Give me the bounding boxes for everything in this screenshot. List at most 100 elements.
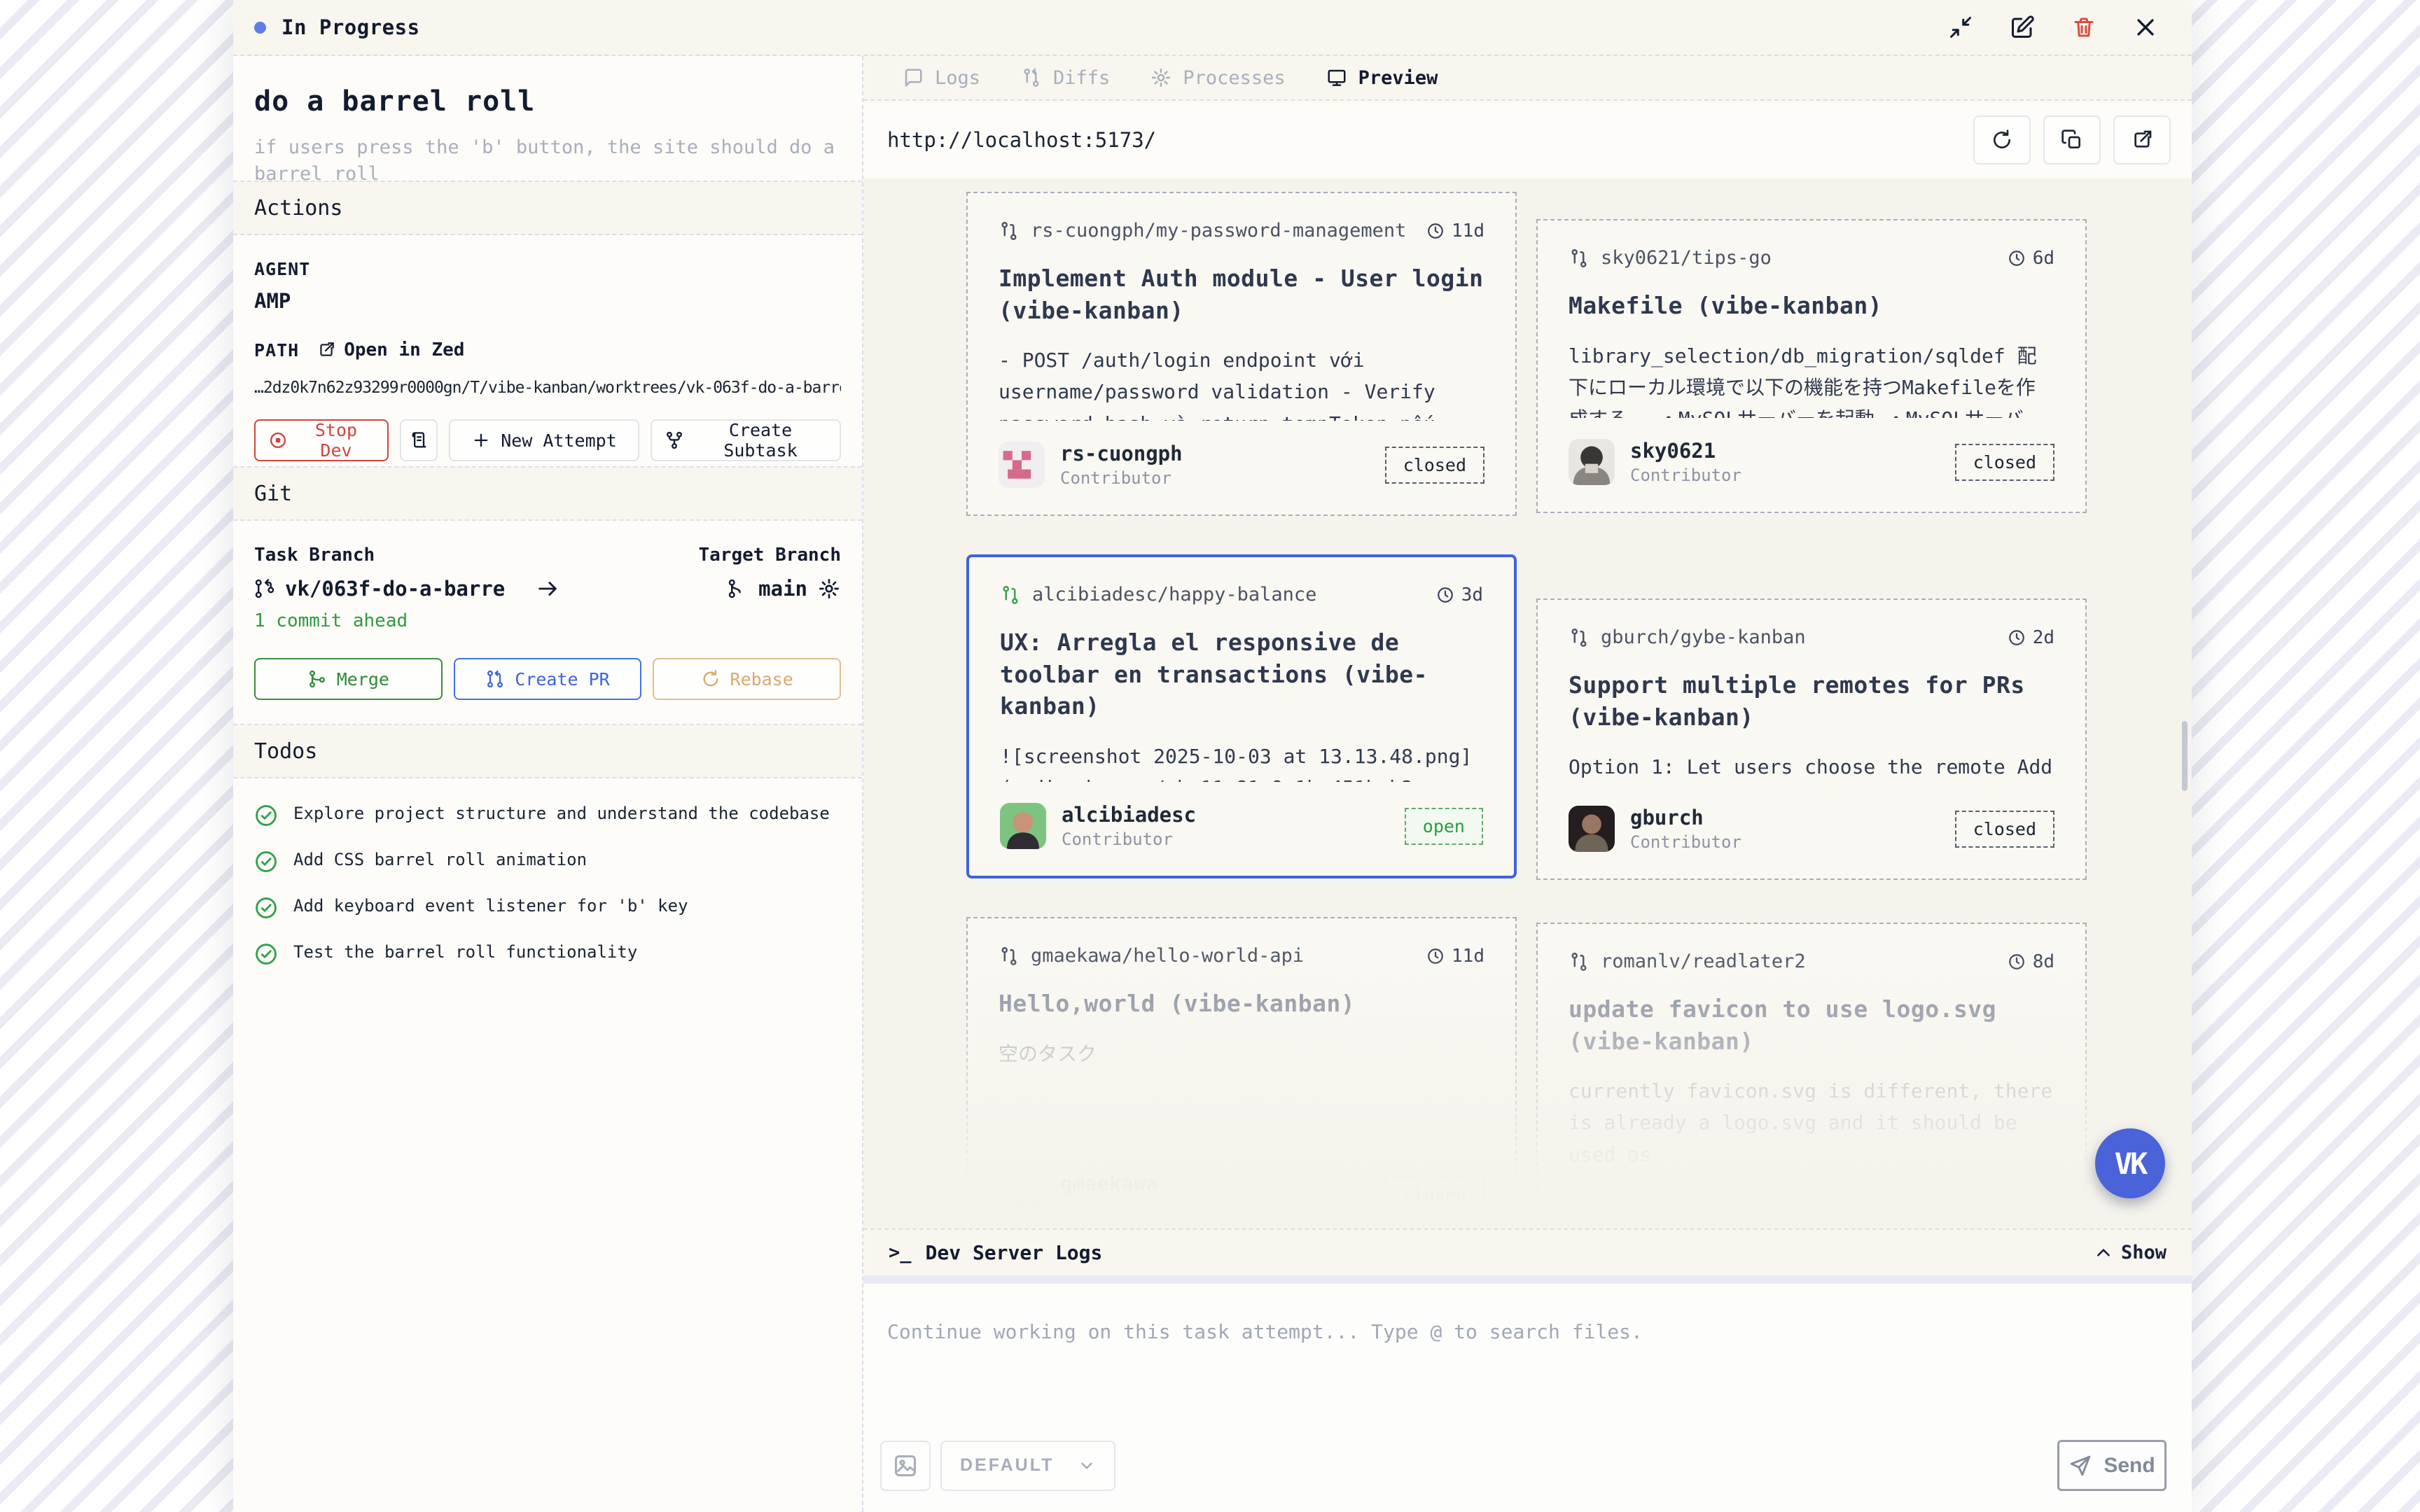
edit-icon	[2010, 15, 2035, 40]
attempt-main-panel: Logs Diffs Processes Preview http://loca…	[863, 56, 2192, 1512]
card-repo: gmaekawa/hello-world-api	[1031, 945, 1305, 967]
task-card-selected[interactable]: alcibiadesc/happy-balance 3d UX: Arregla…	[966, 554, 1517, 878]
pull-request-icon	[1569, 951, 1590, 972]
target-branch-label: Target Branch	[698, 545, 842, 566]
avatar	[999, 442, 1045, 488]
open-external-button[interactable]	[2113, 115, 2171, 164]
status-dot-icon	[254, 21, 266, 34]
clock-icon	[2008, 249, 2026, 267]
create-subtask-button[interactable]: Create Subtask	[651, 419, 841, 461]
merge-button[interactable]: Merge	[254, 658, 443, 700]
tab-diffs[interactable]: Diffs	[1021, 67, 1110, 89]
card-repo: gburch/gybe-kanban	[1601, 626, 1806, 648]
task-description: if users press the 'b' button, the site …	[254, 136, 835, 185]
commit-status: 1 commit ahead	[254, 610, 408, 631]
branch-settings-button[interactable]	[817, 577, 841, 601]
task-title: do a barrel roll	[254, 85, 536, 118]
monitor-icon	[1326, 67, 1347, 88]
vibe-kanban-fab[interactable]: VK	[2095, 1128, 2165, 1198]
task-card[interactable]: rs-cuongph/my-password-management 11d Im…	[966, 192, 1517, 516]
attach-image-button[interactable]	[880, 1440, 931, 1491]
refresh-icon	[1991, 129, 2013, 151]
task-branch-value: vk/063f-do-a-barre	[285, 577, 506, 601]
rebase-button[interactable]: Rebase	[653, 658, 842, 700]
dev-logs-button[interactable]	[400, 419, 438, 461]
tab-processes[interactable]: Processes	[1150, 67, 1286, 89]
external-link-icon	[2131, 129, 2153, 151]
close-button[interactable]	[2132, 13, 2160, 41]
task-card[interactable]: sky0621/tips-go 6d Makefile (vibe-kanban…	[1536, 219, 2087, 513]
card-age: 2d	[2032, 626, 2054, 648]
agent-label: AGENT	[254, 259, 311, 279]
card-repo: rs-cuongph/my-password-management	[1031, 220, 1407, 241]
section-header-git: Git	[233, 466, 862, 521]
card-age: 11d	[1452, 945, 1484, 967]
clock-icon	[2008, 953, 2026, 971]
stop-icon	[268, 430, 288, 450]
card-role: Contributor	[1630, 832, 1741, 852]
actions-section: AGENT AMP PATH Open in Zed …2dz0k7n62z93…	[233, 235, 862, 466]
terminal-icon: >_	[889, 1242, 912, 1264]
card-title: UX: Arregla el responsive de toolbar en …	[1000, 629, 1428, 720]
followup-input[interactable]	[863, 1284, 2192, 1403]
check-circle-icon	[254, 850, 278, 874]
arrow-right-icon	[536, 577, 559, 601]
chat-icon	[903, 67, 924, 88]
card-username: gmaekawa	[1060, 1172, 1158, 1196]
send-button[interactable]: Send	[2057, 1440, 2167, 1491]
card-username: alcibiadesc	[1062, 803, 1197, 827]
card-role: Contributor	[1062, 830, 1173, 849]
collapse-button[interactable]	[1947, 13, 1975, 41]
status-badge: open	[1404, 807, 1483, 845]
card-age: 3d	[1461, 584, 1483, 606]
attempt-tabs: Logs Diffs Processes Preview	[863, 56, 2192, 101]
todo-item: Explore project structure and understand…	[254, 804, 841, 827]
url-input[interactable]: http://localhost:5173/	[887, 128, 1973, 152]
status-badge: closed	[1954, 810, 2054, 848]
trash-icon	[2071, 15, 2096, 40]
tab-preview[interactable]: Preview	[1326, 67, 1438, 89]
status-badge: closed	[1384, 1176, 1484, 1214]
card-username: rs-cuongph	[1060, 442, 1183, 465]
show-logs-toggle[interactable]: Show	[2094, 1242, 2167, 1264]
external-link-icon	[317, 341, 335, 359]
copy-url-button[interactable]	[2043, 115, 2101, 164]
card-title: Makefile (vibe-kanban)	[1569, 292, 1883, 319]
check-circle-icon	[254, 942, 278, 966]
avatar	[1569, 806, 1615, 852]
tab-logs[interactable]: Logs	[903, 67, 980, 89]
worktree-path: …2dz0k7n62z93299r0000gn/T/vibe-kanban/wo…	[254, 379, 841, 397]
preview-scrollbar[interactable]	[2182, 721, 2188, 791]
delete-button[interactable]	[2070, 13, 2098, 41]
task-card[interactable]: romanlv/readlater2 8d update favicon to …	[1536, 923, 2087, 1228]
open-in-zed-button[interactable]: Open in Zed	[317, 340, 464, 360]
task-card[interactable]: gmaekawa/hello-world-api 11d Hello,world…	[966, 917, 1517, 1228]
pull-request-icon	[1569, 627, 1590, 648]
dev-server-logs-bar[interactable]: >_ Dev Server Logs Show	[863, 1228, 2192, 1275]
variant-dropdown[interactable]: DEFAULT	[940, 1440, 1116, 1491]
todo-item: Add CSS barrel roll animation	[254, 850, 841, 874]
card-description: currently favicon.svg is different, ther…	[1569, 1079, 2053, 1166]
card-age: 8d	[2032, 951, 2054, 972]
gear-icon	[818, 578, 840, 600]
task-card[interactable]: gburch/gybe-kanban 2d Support multiple r…	[1536, 598, 2087, 880]
new-attempt-button[interactable]: New Attempt	[449, 419, 639, 461]
path-label: PATH	[254, 340, 300, 360]
branch-icon	[254, 578, 275, 599]
gear-icon	[1150, 67, 1171, 88]
card-age: 11d	[1452, 220, 1484, 241]
plus-icon	[471, 430, 491, 450]
card-title: Support multiple remotes for PRs (vibe-k…	[1569, 671, 2025, 731]
clock-icon	[1436, 586, 1454, 604]
todo-item: Add keyboard event listener for 'b' key	[254, 896, 841, 920]
pull-request-icon	[999, 220, 1020, 241]
card-age: 6d	[2032, 247, 2054, 269]
refresh-button[interactable]	[1973, 115, 2031, 164]
edit-button[interactable]	[2008, 13, 2036, 41]
rebase-icon	[701, 669, 721, 689]
status-badge: closed	[1384, 446, 1484, 484]
diff-branch-icon	[1021, 67, 1042, 88]
create-pr-button[interactable]: Create PR	[453, 658, 642, 700]
image-icon	[893, 1453, 918, 1478]
stop-dev-button[interactable]: Stop Dev	[254, 419, 389, 461]
